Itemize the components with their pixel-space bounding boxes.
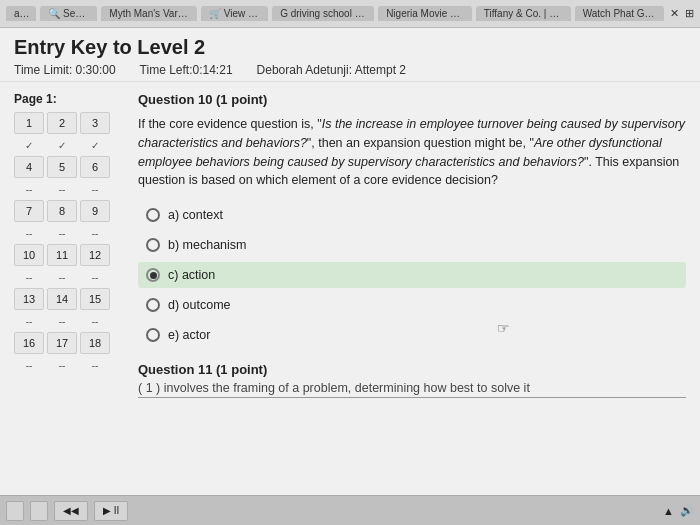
page-meta: Time Limit: 0:30:00 Time Left:0:14:21 De… (14, 63, 686, 77)
option-e[interactable]: e) actor (138, 322, 686, 348)
page-label: Page 1: (14, 92, 124, 106)
q-cell-2[interactable]: 2 (47, 112, 77, 134)
check-3: ✓ (80, 138, 110, 152)
check-9: -- (80, 226, 110, 240)
check-5: -- (47, 182, 77, 196)
check-13: -- (14, 314, 44, 328)
radio-c (146, 268, 160, 282)
q-cell-4[interactable]: 4 (14, 156, 44, 178)
q-row-1: 1 2 3 (14, 112, 124, 134)
option-e-label: e) actor (168, 328, 210, 342)
q-cell-5[interactable]: 5 (47, 156, 77, 178)
q-cell-12[interactable]: 12 (80, 244, 110, 266)
q-cell-9[interactable]: 9 (80, 200, 110, 222)
taskbar-icons: 🔊 (680, 504, 694, 517)
check-2: ✓ (47, 138, 77, 152)
taskbar-btn-1[interactable] (6, 501, 24, 521)
q-cell-7[interactable]: 7 (14, 200, 44, 222)
tab-watchphat[interactable]: Watch Phat Girlz... (575, 6, 664, 21)
option-b[interactable]: b) mechanism (138, 232, 686, 258)
taskbar-right: ▲ 🔊 (663, 504, 694, 517)
q-row-5: 13 14 15 (14, 288, 124, 310)
radio-a (146, 208, 160, 222)
check-12: -- (80, 270, 110, 284)
q-cell-8[interactable]: 8 (47, 200, 77, 222)
option-d-label: d) outcome (168, 298, 231, 312)
check-18: -- (80, 358, 110, 372)
question-11-header: Question 11 (1 point) (138, 362, 686, 377)
question-11-text: ( 1 ) involves the framing of a problem,… (138, 381, 686, 398)
time-limit: Time Limit: 0:30:00 (14, 63, 116, 77)
question-10-text: If the core evidence question is, "Is th… (138, 115, 686, 190)
option-d[interactable]: d) outcome (138, 292, 686, 318)
radio-b (146, 238, 160, 252)
check-15: -- (80, 314, 110, 328)
taskbar-btn-2[interactable] (30, 501, 48, 521)
check-11: -- (47, 270, 77, 284)
q-cell-13[interactable]: 13 (14, 288, 44, 310)
q-row-6: 16 17 18 (14, 332, 124, 354)
check-10: -- (14, 270, 44, 284)
check-row-4: -- -- -- (14, 270, 124, 284)
main-content: Question 10 (1 point) If the core eviden… (138, 92, 686, 398)
browser-icons: ✕ ⊞ (670, 7, 694, 20)
tab-search[interactable]: 🔍 Search (40, 6, 97, 21)
q-row-3: 7 8 9 (14, 200, 124, 222)
check-row-5: -- -- -- (14, 314, 124, 328)
q-cell-3[interactable]: 3 (80, 112, 110, 134)
q-row-4: 10 11 12 (14, 244, 124, 266)
taskbar: ◀◀ ▶ II ▲ 🔊 (0, 495, 700, 525)
radio-e (146, 328, 160, 342)
check-17: -- (47, 358, 77, 372)
tab-nigeria[interactable]: Nigeria Movie Net... (378, 6, 472, 21)
check-row-2: -- -- -- (14, 182, 124, 196)
check-8: -- (47, 226, 77, 240)
q-cell-16[interactable]: 16 (14, 332, 44, 354)
check-1: ✓ (14, 138, 44, 152)
q-cell-10[interactable]: 10 (14, 244, 44, 266)
check-row-6: -- -- -- (14, 358, 124, 372)
question-navigator: Page 1: 1 2 3 ✓ ✓ ✓ 4 5 6 -- -- -- 7 8 9 (14, 92, 124, 398)
grid-icon[interactable]: ⊞ (685, 7, 694, 20)
tab-aps[interactable]: aps (6, 6, 36, 21)
q-cell-1[interactable]: 1 (14, 112, 44, 134)
option-c[interactable]: c) action (138, 262, 686, 288)
option-a[interactable]: a) context (138, 202, 686, 228)
taskbar-btn-4[interactable]: ▶ II (94, 501, 128, 521)
q-cell-6[interactable]: 6 (80, 156, 110, 178)
time-left: Time Left:0:14:21 (140, 63, 233, 77)
page-header: Entry Key to Level 2 Time Limit: 0:30:00… (0, 28, 700, 82)
check-row-3: -- -- -- (14, 226, 124, 240)
tab-tiffany[interactable]: Tiffany & Co. | Bro... (476, 6, 571, 21)
tab-mythmans[interactable]: Myth Man's Variou... (101, 6, 197, 21)
taskbar-time: ▲ (663, 505, 674, 517)
check-14: -- (47, 314, 77, 328)
option-a-label: a) context (168, 208, 223, 222)
option-b-label: b) mechanism (168, 238, 247, 252)
check-6: -- (80, 182, 110, 196)
question-10-header: Question 10 (1 point) (138, 92, 686, 107)
tab-viewcart[interactable]: 🛒 View Cart (201, 6, 268, 21)
close-icon[interactable]: ✕ (670, 7, 679, 20)
tab-driving[interactable]: G driving school aro... (272, 6, 374, 21)
check-4: -- (14, 182, 44, 196)
content-area: Page 1: 1 2 3 ✓ ✓ ✓ 4 5 6 -- -- -- 7 8 9 (0, 82, 700, 408)
taskbar-btn-3[interactable]: ◀◀ (54, 501, 88, 521)
radio-d (146, 298, 160, 312)
option-c-label: c) action (168, 268, 215, 282)
browser-bar: aps 🔍 Search Myth Man's Variou... 🛒 View… (0, 0, 700, 28)
page-title: Entry Key to Level 2 (14, 36, 686, 59)
check-row-1: ✓ ✓ ✓ (14, 138, 124, 152)
q-row-2: 4 5 6 (14, 156, 124, 178)
student-info: Deborah Adetunji: Attempt 2 (257, 63, 406, 77)
q-cell-18[interactable]: 18 (80, 332, 110, 354)
q-cell-14[interactable]: 14 (47, 288, 77, 310)
check-16: -- (14, 358, 44, 372)
q-cell-17[interactable]: 17 (47, 332, 77, 354)
q-cell-11[interactable]: 11 (47, 244, 77, 266)
browser-tabs: aps 🔍 Search Myth Man's Variou... 🛒 View… (6, 6, 664, 21)
check-7: -- (14, 226, 44, 240)
q-cell-15[interactable]: 15 (80, 288, 110, 310)
